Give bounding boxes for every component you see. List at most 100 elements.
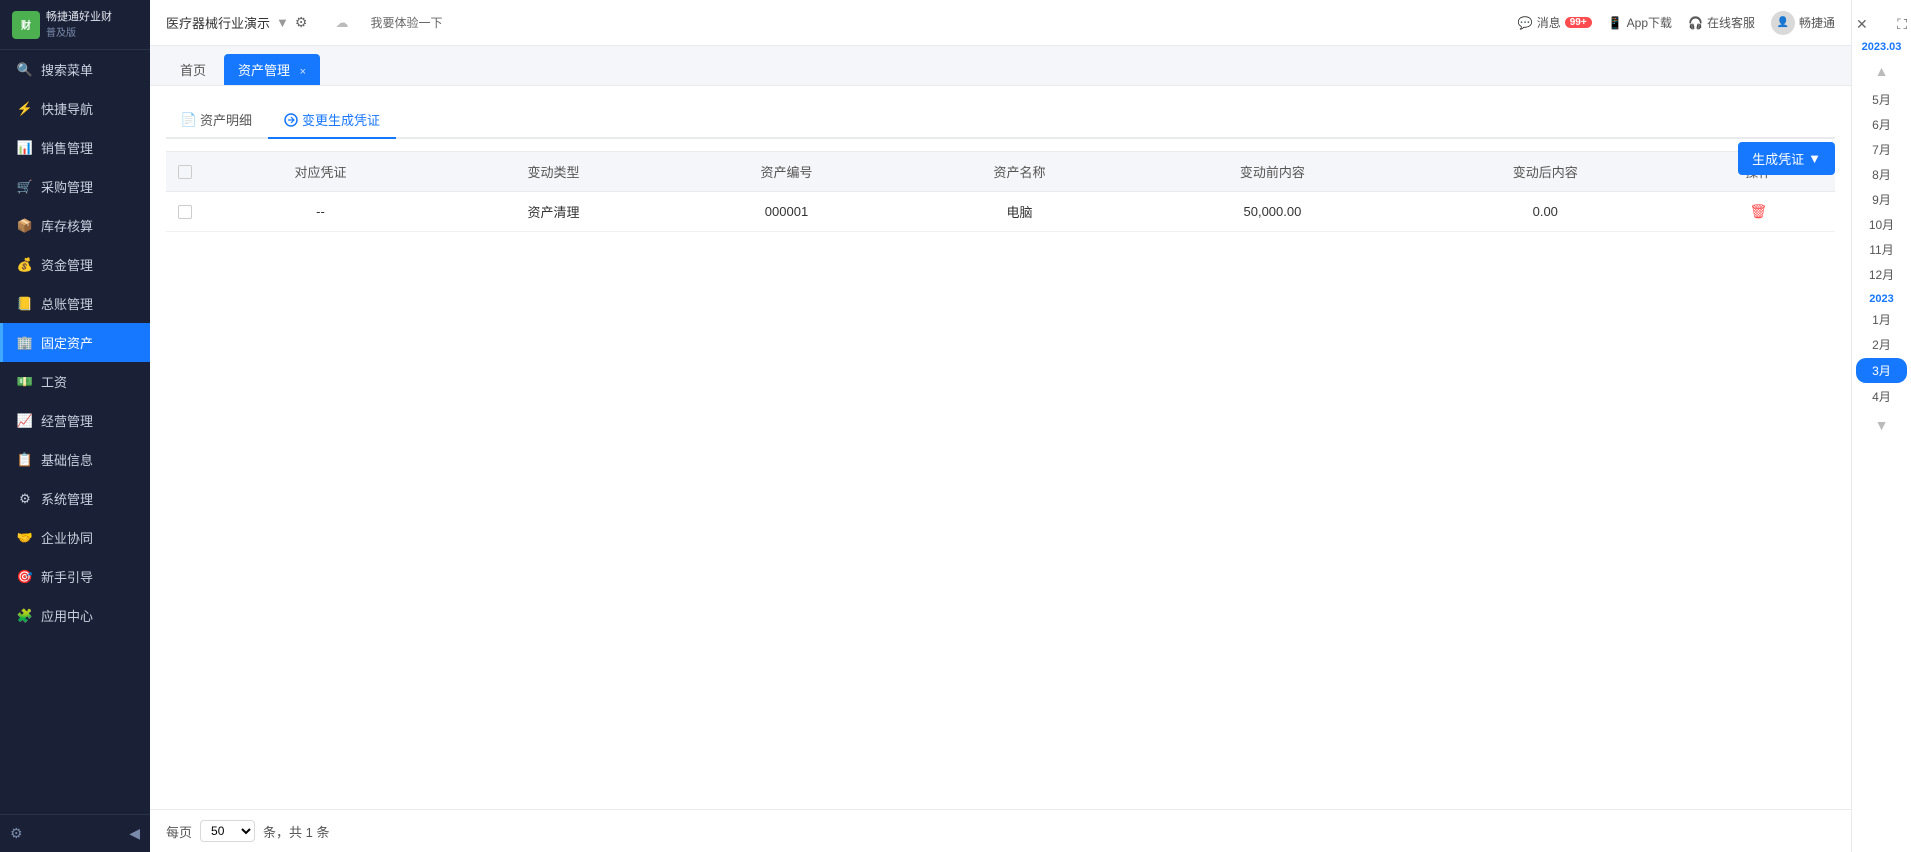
month-3-current[interactable]: 3月 xyxy=(1856,358,1907,383)
sidebar-item-inventory[interactable]: 📦 库存核算 xyxy=(0,206,150,245)
expand-panel-icon[interactable]: ⛶ xyxy=(1897,16,1907,33)
inner-tab-asset-detail[interactable]: 📄 资产明细 xyxy=(166,102,268,139)
per-page-select[interactable]: 50 10 20 100 xyxy=(200,820,255,842)
row-checkbox[interactable] xyxy=(178,205,192,219)
month-4[interactable]: 4月 xyxy=(1852,384,1911,409)
sales-icon: 📊 xyxy=(17,140,33,156)
sidebar-item-ledger[interactable]: 📒 总账管理 xyxy=(0,284,150,323)
online-service-action[interactable]: 🎧 在线客服 xyxy=(1688,14,1755,31)
month-11[interactable]: 11月 xyxy=(1852,237,1911,262)
inner-tab-change-voucher[interactable]: 变更生成凭证 xyxy=(268,102,396,139)
table-header-row: 对应凭证 变动类型 资产编号 资产名称 变动前内容 变动后内容 操作 xyxy=(166,152,1835,192)
sidebar-item-payroll[interactable]: 💵 工资 xyxy=(0,362,150,401)
row-asset-code[interactable]: 000001 xyxy=(670,192,903,232)
year-2023-label: 2023 xyxy=(1852,287,1911,307)
sidebar-item-base-info[interactable]: 📋 基础信息 xyxy=(0,440,150,479)
scroll-up-icon[interactable]: ▲ xyxy=(1871,59,1893,83)
topbar-right: 💬 消息 99+ 📱 App下载 🎧 在线客服 👤 畅捷通 xyxy=(1518,11,1835,35)
close-panel-icon[interactable]: ✕ xyxy=(1856,16,1868,33)
tab-close-icon[interactable]: × xyxy=(300,66,306,78)
experience-label[interactable]: 我要体验一下 xyxy=(370,14,442,31)
topbar: 医疗器械行业演示 ▼ ⚙ ☁ 我要体验一下 💬 消息 99+ 📱 App下载 🎧… xyxy=(150,0,1851,46)
message-icon: 💬 xyxy=(1518,16,1533,30)
topbar-title-area: 医疗器械行业演示 ▼ ⚙ ☁ 我要体验一下 xyxy=(166,13,1518,32)
sidebar-item-purchase[interactable]: 🛒 采购管理 xyxy=(0,167,150,206)
sidebar-item-app-center[interactable]: 🧩 应用中心 xyxy=(0,596,150,635)
change-voucher-icon xyxy=(284,113,298,127)
sidebar: 财 畅捷通好业财 普及版 🔍 搜索菜单 ⚡ 快捷导航 📊 销售管理 🛒 采购管理… xyxy=(0,0,150,852)
sidebar-item-quick-nav[interactable]: ⚡ 快捷导航 xyxy=(0,89,150,128)
right-panel: ✕ ⛶ 2023.03 ▲ 5月 6月 7月 8月 9月 10月 11月 12月… xyxy=(1851,0,1911,852)
generate-voucher-label: 生成凭证 xyxy=(1752,149,1804,168)
th-change-type: 变动类型 xyxy=(437,152,670,192)
month-8[interactable]: 8月 xyxy=(1852,162,1911,187)
sidebar-logo: 财 畅捷通好业财 普及版 xyxy=(0,0,150,50)
sidebar-item-sales[interactable]: 📊 销售管理 xyxy=(0,128,150,167)
month-6[interactable]: 6月 xyxy=(1852,112,1911,137)
base-info-icon: 📋 xyxy=(17,452,33,468)
sidebar-item-enterprise[interactable]: 🤝 企业协同 xyxy=(0,518,150,557)
sidebar-item-guide[interactable]: 🎯 新手引导 xyxy=(0,557,150,596)
sidebar-item-inventory-label: 库存核算 xyxy=(41,216,93,235)
inventory-icon: 📦 xyxy=(17,218,33,234)
month-1[interactable]: 1月 xyxy=(1852,307,1911,332)
scroll-down-icon[interactable]: ▼ xyxy=(1871,413,1893,437)
sidebar-item-ledger-label: 总账管理 xyxy=(41,294,93,313)
tab-home[interactable]: 首页 xyxy=(166,54,220,85)
month-7[interactable]: 7月 xyxy=(1852,137,1911,162)
app-download-action[interactable]: 📱 App下载 xyxy=(1608,14,1672,31)
tab-asset-label: 资产管理 xyxy=(238,63,290,78)
sidebar-item-funds[interactable]: 💰 资金管理 xyxy=(0,245,150,284)
data-table: 对应凭证 变动类型 资产编号 资产名称 变动前内容 变动后内容 操作 -- 资产… xyxy=(166,151,1835,232)
year-month-list: 5月 6月 7月 8月 9月 10月 11月 12月 2023 1月 2月 3月… xyxy=(1852,83,1911,413)
sidebar-item-search[interactable]: 🔍 搜索菜单 xyxy=(0,50,150,89)
per-page-label: 每页 xyxy=(166,822,192,841)
sidebar-item-base-info-label: 基础信息 xyxy=(41,450,93,469)
generate-voucher-button[interactable]: 生成凭证 ▼ xyxy=(1738,142,1835,175)
logo-title: 畅捷通好业财 xyxy=(46,10,112,24)
user-area[interactable]: 👤 畅捷通 xyxy=(1771,11,1835,35)
sidebar-item-fixed-assets[interactable]: 🏢 固定资产 xyxy=(0,323,150,362)
mobile-icon: 📱 xyxy=(1608,16,1623,30)
sidebar-item-system[interactable]: ⚙ 系统管理 xyxy=(0,479,150,518)
select-all-checkbox[interactable] xyxy=(178,165,192,179)
th-voucher: 对应凭证 xyxy=(204,152,437,192)
month-9[interactable]: 9月 xyxy=(1852,187,1911,212)
tab-asset-management[interactable]: 资产管理 × xyxy=(224,54,320,85)
sidebar-item-operations[interactable]: 📈 经营管理 xyxy=(0,401,150,440)
company-name: 医疗器械行业演示 xyxy=(166,13,270,32)
row-asset-name: 电脑 xyxy=(903,192,1136,232)
row-voucher: -- xyxy=(204,192,437,232)
online-service-label: 在线客服 xyxy=(1707,14,1755,31)
guide-icon: 🎯 xyxy=(17,569,33,585)
avatar: 👤 xyxy=(1771,11,1795,35)
generate-dropdown-icon: ▼ xyxy=(1808,151,1821,166)
sidebar-item-app-center-label: 应用中心 xyxy=(41,606,93,625)
delete-icon[interactable]: 🗑 xyxy=(1749,203,1767,219)
topbar-dropdown-icon[interactable]: ▼ xyxy=(276,15,289,30)
enterprise-icon: 🤝 xyxy=(17,530,33,546)
sidebar-item-system-label: 系统管理 xyxy=(41,489,93,508)
settings-footer-icon[interactable]: ⚙ xyxy=(10,825,23,842)
user-name: 畅捷通 xyxy=(1799,14,1835,31)
message-label: 消息 xyxy=(1537,14,1561,31)
topbar-settings-icon[interactable]: ⚙ xyxy=(295,14,308,31)
th-before-change: 变动前内容 xyxy=(1136,152,1409,192)
app-download-label: App下载 xyxy=(1627,14,1672,31)
month-2[interactable]: 2月 xyxy=(1852,332,1911,357)
month-10[interactable]: 10月 xyxy=(1852,212,1911,237)
row-checkbox-cell xyxy=(166,192,204,232)
month-5[interactable]: 5月 xyxy=(1852,87,1911,112)
sidebar-item-payroll-label: 工资 xyxy=(41,372,67,391)
th-after-change: 变动后内容 xyxy=(1409,152,1682,192)
sidebar-item-fixed-assets-label: 固定资产 xyxy=(41,333,93,352)
pagination-bar: 每页 50 10 20 100 条，共 1 条 xyxy=(150,809,1851,852)
current-period-label: 2023.03 xyxy=(1862,39,1902,59)
message-action[interactable]: 💬 消息 99+ xyxy=(1518,14,1592,31)
month-navigator: ▲ 5月 6月 7月 8月 9月 10月 11月 12月 2023 1月 2月 … xyxy=(1852,59,1911,852)
month-12[interactable]: 12月 xyxy=(1852,262,1911,287)
collapse-icon[interactable]: ◀ xyxy=(129,825,140,842)
quick-nav-icon: ⚡ xyxy=(17,101,33,117)
sidebar-item-quick-nav-label: 快捷导航 xyxy=(41,99,93,118)
fixed-assets-icon: 🏢 xyxy=(17,335,33,351)
